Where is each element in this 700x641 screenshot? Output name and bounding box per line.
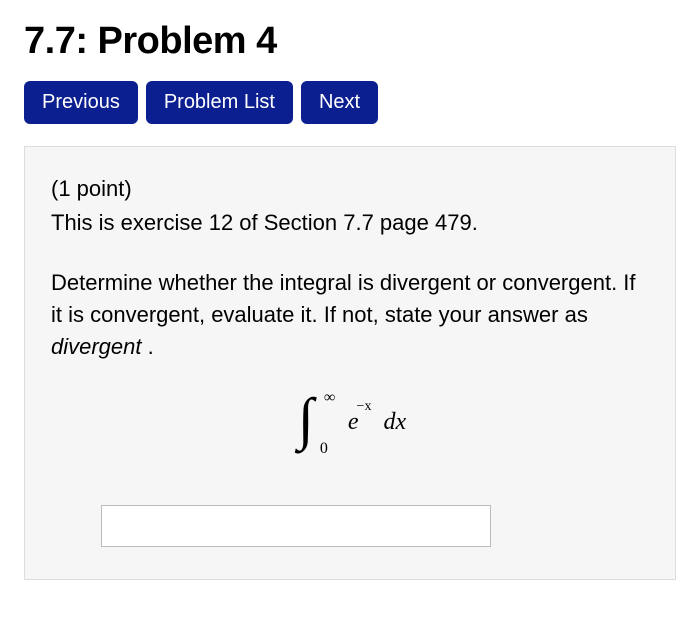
exercise-reference: This is exercise 12 of Section 7.7 page …: [51, 207, 649, 239]
integral-lower-bound: 0: [320, 437, 328, 460]
integrand: e−x: [348, 405, 374, 440]
problem-list-button[interactable]: Problem List: [146, 81, 293, 124]
nav-row: Previous Problem List Next: [24, 81, 676, 124]
next-button[interactable]: Next: [301, 81, 378, 124]
integrand-exponent: −x: [357, 399, 372, 414]
page-title: 7.7: Problem 4: [24, 20, 676, 63]
problem-box: (1 point) This is exercise 12 of Section…: [24, 146, 676, 580]
instructions-text: Determine whether the integral is diverg…: [51, 270, 636, 327]
integral-display: ∫ ∞ 0 e−x dx: [51, 390, 649, 465]
answer-input[interactable]: [101, 505, 491, 547]
instructions: Determine whether the integral is diverg…: [51, 267, 649, 363]
instructions-emph: divergent: [51, 334, 142, 359]
previous-button[interactable]: Previous: [24, 81, 138, 124]
integral-sign-icon: ∫ ∞ 0: [294, 390, 330, 454]
differential: dx: [383, 405, 406, 440]
points-label: (1 point): [51, 173, 649, 205]
instructions-tail: .: [142, 334, 154, 359]
integral-upper-bound: ∞: [324, 386, 335, 409]
